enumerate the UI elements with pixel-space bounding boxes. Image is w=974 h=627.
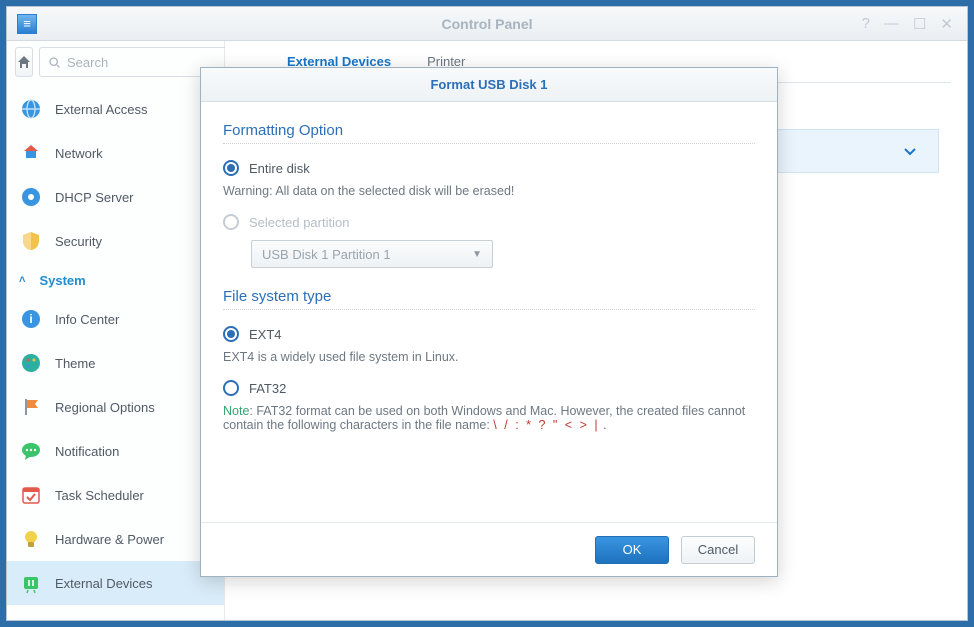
sidebar-item-network[interactable]: Network — [7, 131, 224, 175]
sidebar-item-label: External Devices — [55, 576, 153, 591]
dialog-body: Formatting Option Entire disk Warning: A… — [201, 102, 777, 522]
sidebar-item-dhcp-server[interactable]: DHCP Server — [7, 175, 224, 219]
sidebar-item-label: Security — [55, 234, 102, 249]
titlebar: Control Panel ? — ☐ ✕ — [7, 7, 967, 41]
dialog-title: Format USB Disk 1 — [201, 68, 777, 102]
divider — [223, 309, 755, 310]
sidebar-item-label: DHCP Server — [55, 190, 134, 205]
sidebar-item-label: Task Scheduler — [55, 488, 144, 503]
search-icon — [48, 56, 61, 69]
select-value: USB Disk 1 Partition 1 — [262, 247, 391, 262]
sidebar-item-label: Notification — [55, 444, 119, 459]
maximize-button[interactable]: ☐ — [913, 15, 926, 33]
partition-select-wrap: USB Disk 1 Partition 1 ▼ — [251, 240, 755, 268]
sidebar-item-label: Regional Options — [55, 400, 155, 415]
sidebar-item-label: Network — [55, 146, 103, 161]
radio-label: Entire disk — [249, 161, 310, 176]
radio-icon — [223, 380, 239, 396]
flag-icon — [19, 395, 43, 419]
window-title: Control Panel — [7, 16, 967, 32]
bulb-icon — [19, 527, 43, 551]
ok-button[interactable]: OK — [595, 536, 669, 564]
sidebar: External Access Network DHCP Server — [7, 41, 225, 620]
radio-label: EXT4 — [249, 327, 282, 342]
palette-icon — [19, 351, 43, 375]
radio-label: Selected partition — [249, 215, 349, 230]
sidebar-item-label: External Access — [55, 102, 148, 117]
format-dialog: Format USB Disk 1 Formatting Option Enti… — [200, 67, 778, 577]
app-icon — [17, 14, 37, 34]
calendar-icon — [19, 483, 43, 507]
chevron-down-icon: ▼ — [472, 249, 482, 260]
note-prefix: Note — [223, 404, 249, 418]
sidebar-item-label: Info Center — [55, 312, 119, 327]
sidebar-list: External Access Network DHCP Server — [7, 83, 224, 620]
sidebar-item-notification[interactable]: Notification — [7, 429, 224, 473]
entire-disk-warning: Warning: All data on the selected disk w… — [223, 184, 755, 198]
dhcp-icon — [19, 185, 43, 209]
window-controls: ? — ☐ ✕ — [862, 15, 967, 33]
fat32-note-tail: . — [600, 418, 607, 432]
radio-icon — [223, 214, 239, 230]
minimize-button[interactable]: — — [884, 15, 899, 33]
network-icon — [19, 141, 43, 165]
fat32-note-text: : FAT32 format can be used on both Windo… — [223, 404, 745, 432]
radio-entire-disk[interactable]: Entire disk — [223, 154, 755, 182]
sidebar-item-label: Theme — [55, 356, 95, 371]
fs-type-heading: File system type — [223, 288, 755, 305]
chevron-down-icon — [902, 143, 918, 159]
dialog-footer: OK Cancel — [201, 522, 777, 576]
radio-fat32[interactable]: FAT32 — [223, 374, 755, 402]
sidebar-item-external-access[interactable]: External Access — [7, 87, 224, 131]
chevron-up-icon: ˄ — [19, 274, 25, 286]
formatting-option-heading: Formatting Option — [223, 122, 755, 139]
divider — [223, 143, 755, 144]
home-button[interactable] — [15, 47, 33, 77]
sidebar-group-label: System — [39, 273, 85, 288]
help-button[interactable]: ? — [862, 15, 870, 33]
radio-label: FAT32 — [249, 381, 286, 396]
sidebar-item-label: Hardware & Power — [55, 532, 164, 547]
radio-ext4[interactable]: EXT4 — [223, 320, 755, 348]
sidebar-item-external-devices[interactable]: External Devices — [7, 561, 224, 605]
search-row — [7, 41, 224, 83]
sidebar-item-task-scheduler[interactable]: Task Scheduler — [7, 473, 224, 517]
forbidden-chars: \ / : * ? " < > | — [493, 418, 599, 432]
radio-icon — [223, 326, 239, 342]
shield-icon — [19, 229, 43, 253]
fat32-desc: Note: FAT32 format can be used on both W… — [223, 404, 755, 432]
home-icon — [16, 54, 32, 70]
radio-icon — [223, 160, 239, 176]
chat-icon — [19, 439, 43, 463]
usb-icon — [19, 571, 43, 595]
sidebar-group-system[interactable]: ˄ System — [7, 263, 224, 297]
sidebar-item-theme[interactable]: Theme — [7, 341, 224, 385]
sidebar-item-regional-options[interactable]: Regional Options — [7, 385, 224, 429]
sidebar-item-info-center[interactable]: i Info Center — [7, 297, 224, 341]
partition-select: USB Disk 1 Partition 1 ▼ — [251, 240, 493, 268]
globe-icon — [19, 97, 43, 121]
cancel-button[interactable]: Cancel — [681, 536, 755, 564]
info-icon: i — [19, 307, 43, 331]
svg-text:i: i — [29, 312, 32, 326]
sidebar-item-hardware-power[interactable]: Hardware & Power — [7, 517, 224, 561]
sidebar-item-security[interactable]: Security — [7, 219, 224, 263]
ext4-desc: EXT4 is a widely used file system in Lin… — [223, 350, 755, 364]
radio-selected-partition: Selected partition — [223, 208, 755, 236]
close-button[interactable]: ✕ — [940, 15, 953, 33]
